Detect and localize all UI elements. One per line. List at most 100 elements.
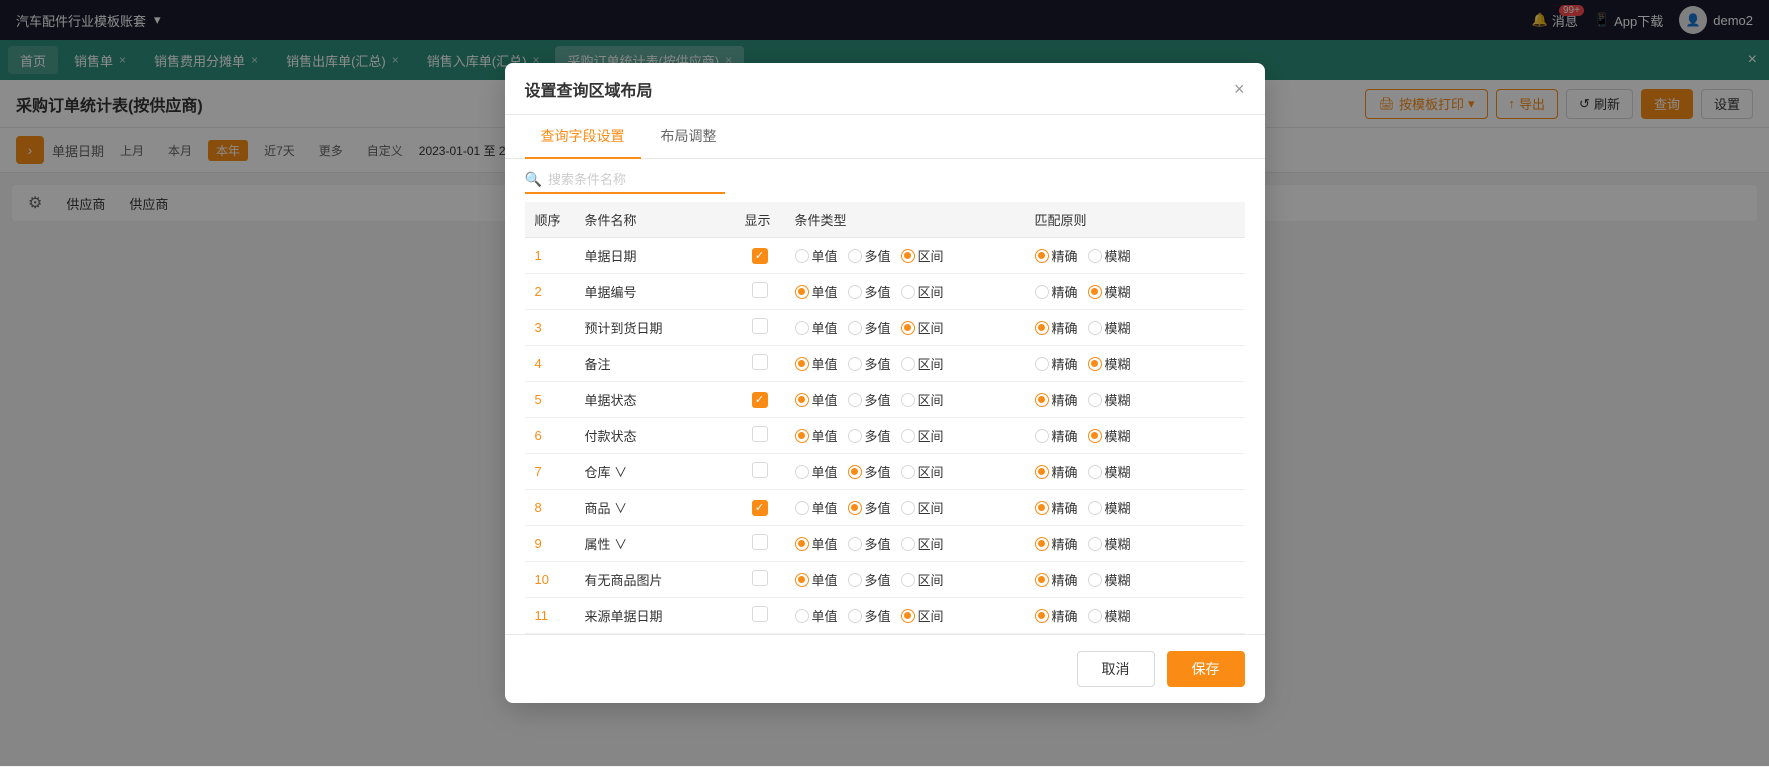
row-display-checkbox[interactable] [735, 274, 785, 310]
display-checkbox[interactable] [752, 570, 768, 586]
radio-type-区间[interactable]: 区间 [901, 426, 944, 445]
radio-type-多值[interactable]: 多值 [848, 390, 891, 409]
radio-match-模糊[interactable]: 模糊 [1088, 390, 1131, 409]
row-condition-type: 单值多值区间 [785, 310, 1025, 346]
modal-close-button[interactable]: × [1234, 80, 1245, 98]
radio-type-多值[interactable]: 多值 [848, 606, 891, 625]
radio-type-单值[interactable]: 单值 [795, 498, 838, 517]
radio-type-区间[interactable]: 区间 [901, 354, 944, 373]
radio-match-模糊[interactable]: 模糊 [1088, 534, 1131, 553]
radio-match-精确[interactable]: 精确 [1035, 318, 1078, 337]
radio-type-多值[interactable]: 多值 [848, 498, 891, 517]
radio-type-区间[interactable]: 区间 [901, 606, 944, 625]
display-checkbox[interactable] [752, 462, 768, 478]
modal-overlay: 设置查询区域布局 × 查询字段设置 布局调整 🔍 顺序 [0, 0, 1769, 766]
radio-match-模糊[interactable]: 模糊 [1088, 462, 1131, 481]
radio-indicator [1035, 465, 1049, 479]
radio-type-单值[interactable]: 单值 [795, 426, 838, 445]
radio-match-模糊[interactable]: 模糊 [1088, 318, 1131, 337]
tab-layout-adjust-label: 布局调整 [661, 126, 717, 146]
radio-type-单值[interactable]: 单值 [795, 606, 838, 625]
radio-type-区间[interactable]: 区间 [901, 282, 944, 301]
display-checkbox[interactable] [752, 282, 768, 298]
radio-type-多值[interactable]: 多值 [848, 426, 891, 445]
radio-type-单值[interactable]: 单值 [795, 354, 838, 373]
radio-label: 多值 [865, 354, 891, 373]
radio-label: 模糊 [1105, 570, 1131, 589]
radio-match-精确[interactable]: 精确 [1035, 426, 1078, 445]
radio-match-模糊[interactable]: 模糊 [1088, 426, 1131, 445]
radio-type-多值[interactable]: 多值 [848, 282, 891, 301]
radio-type-区间[interactable]: 区间 [901, 390, 944, 409]
radio-type-区间[interactable]: 区间 [901, 318, 944, 337]
display-checkbox[interactable] [752, 318, 768, 334]
radio-type-单值[interactable]: 单值 [795, 534, 838, 553]
radio-type-区间[interactable]: 区间 [901, 246, 944, 265]
display-checkbox[interactable] [752, 426, 768, 442]
radio-type-单值[interactable]: 单值 [795, 570, 838, 589]
row-display-checkbox[interactable] [735, 490, 785, 526]
radio-type-单值[interactable]: 单值 [795, 462, 838, 481]
radio-type-区间[interactable]: 区间 [901, 498, 944, 517]
row-condition-type: 单值多值区间 [785, 490, 1025, 526]
radio-indicator [1088, 573, 1102, 587]
display-checkbox[interactable] [752, 534, 768, 550]
radio-match-精确[interactable]: 精确 [1035, 390, 1078, 409]
tab-layout-adjust[interactable]: 布局调整 [645, 115, 733, 159]
radio-match-模糊[interactable]: 模糊 [1088, 606, 1131, 625]
radio-type-区间[interactable]: 区间 [901, 534, 944, 553]
radio-match-精确[interactable]: 精确 [1035, 282, 1078, 301]
row-display-checkbox[interactable] [735, 454, 785, 490]
radio-match-精确[interactable]: 精确 [1035, 606, 1078, 625]
display-checkbox[interactable] [752, 392, 768, 408]
display-checkbox[interactable] [752, 354, 768, 370]
radio-type-多值[interactable]: 多值 [848, 318, 891, 337]
radio-match-精确[interactable]: 精确 [1035, 570, 1078, 589]
radio-type-多值[interactable]: 多值 [848, 246, 891, 265]
row-order: 5 [525, 382, 575, 418]
radio-type-区间[interactable]: 区间 [901, 462, 944, 481]
search-input[interactable] [548, 172, 708, 187]
radio-type-区间[interactable]: 区间 [901, 570, 944, 589]
radio-type-多值[interactable]: 多值 [848, 570, 891, 589]
display-checkbox[interactable] [752, 606, 768, 622]
display-checkbox[interactable] [752, 248, 768, 264]
row-display-checkbox[interactable] [735, 310, 785, 346]
radio-match-模糊[interactable]: 模糊 [1088, 570, 1131, 589]
row-condition-name: 单据编号 [575, 274, 735, 310]
radio-type-单值[interactable]: 单值 [795, 318, 838, 337]
radio-match-精确[interactable]: 精确 [1035, 534, 1078, 553]
radio-type-多值[interactable]: 多值 [848, 534, 891, 553]
radio-type-单值[interactable]: 单值 [795, 282, 838, 301]
row-condition-type: 单值多值区间 [785, 562, 1025, 598]
radio-match-精确[interactable]: 精确 [1035, 462, 1078, 481]
radio-type-单值[interactable]: 单值 [795, 246, 838, 265]
save-button[interactable]: 保存 [1167, 651, 1245, 687]
table-row: 7仓库 ∨单值多值区间精确模糊 [525, 454, 1245, 490]
row-display-checkbox[interactable] [735, 346, 785, 382]
row-display-checkbox[interactable] [735, 382, 785, 418]
tab-query-fields[interactable]: 查询字段设置 [525, 115, 641, 159]
radio-indicator [1088, 285, 1102, 299]
radio-type-多值[interactable]: 多值 [848, 462, 891, 481]
radio-match-模糊[interactable]: 模糊 [1088, 282, 1131, 301]
radio-type-单值[interactable]: 单值 [795, 390, 838, 409]
radio-match-精确[interactable]: 精确 [1035, 354, 1078, 373]
radio-indicator [795, 609, 809, 623]
row-display-checkbox[interactable] [735, 418, 785, 454]
row-display-checkbox[interactable] [735, 562, 785, 598]
radio-match-模糊[interactable]: 模糊 [1088, 246, 1131, 265]
radio-match-模糊[interactable]: 模糊 [1088, 354, 1131, 373]
row-display-checkbox[interactable] [735, 526, 785, 562]
row-condition-type: 单值 多值区间 [785, 346, 1025, 382]
cancel-button[interactable]: 取消 [1077, 651, 1155, 687]
radio-match-模糊[interactable]: 模糊 [1088, 498, 1131, 517]
display-checkbox[interactable] [752, 500, 768, 516]
radio-label: 单值 [812, 246, 838, 265]
row-display-checkbox[interactable] [735, 598, 785, 634]
row-display-checkbox[interactable] [735, 238, 785, 274]
radio-match-精确[interactable]: 精确 [1035, 498, 1078, 517]
radio-indicator [1035, 393, 1049, 407]
radio-match-精确[interactable]: 精确 [1035, 246, 1078, 265]
radio-type-多值[interactable]: 多值 [848, 354, 891, 373]
